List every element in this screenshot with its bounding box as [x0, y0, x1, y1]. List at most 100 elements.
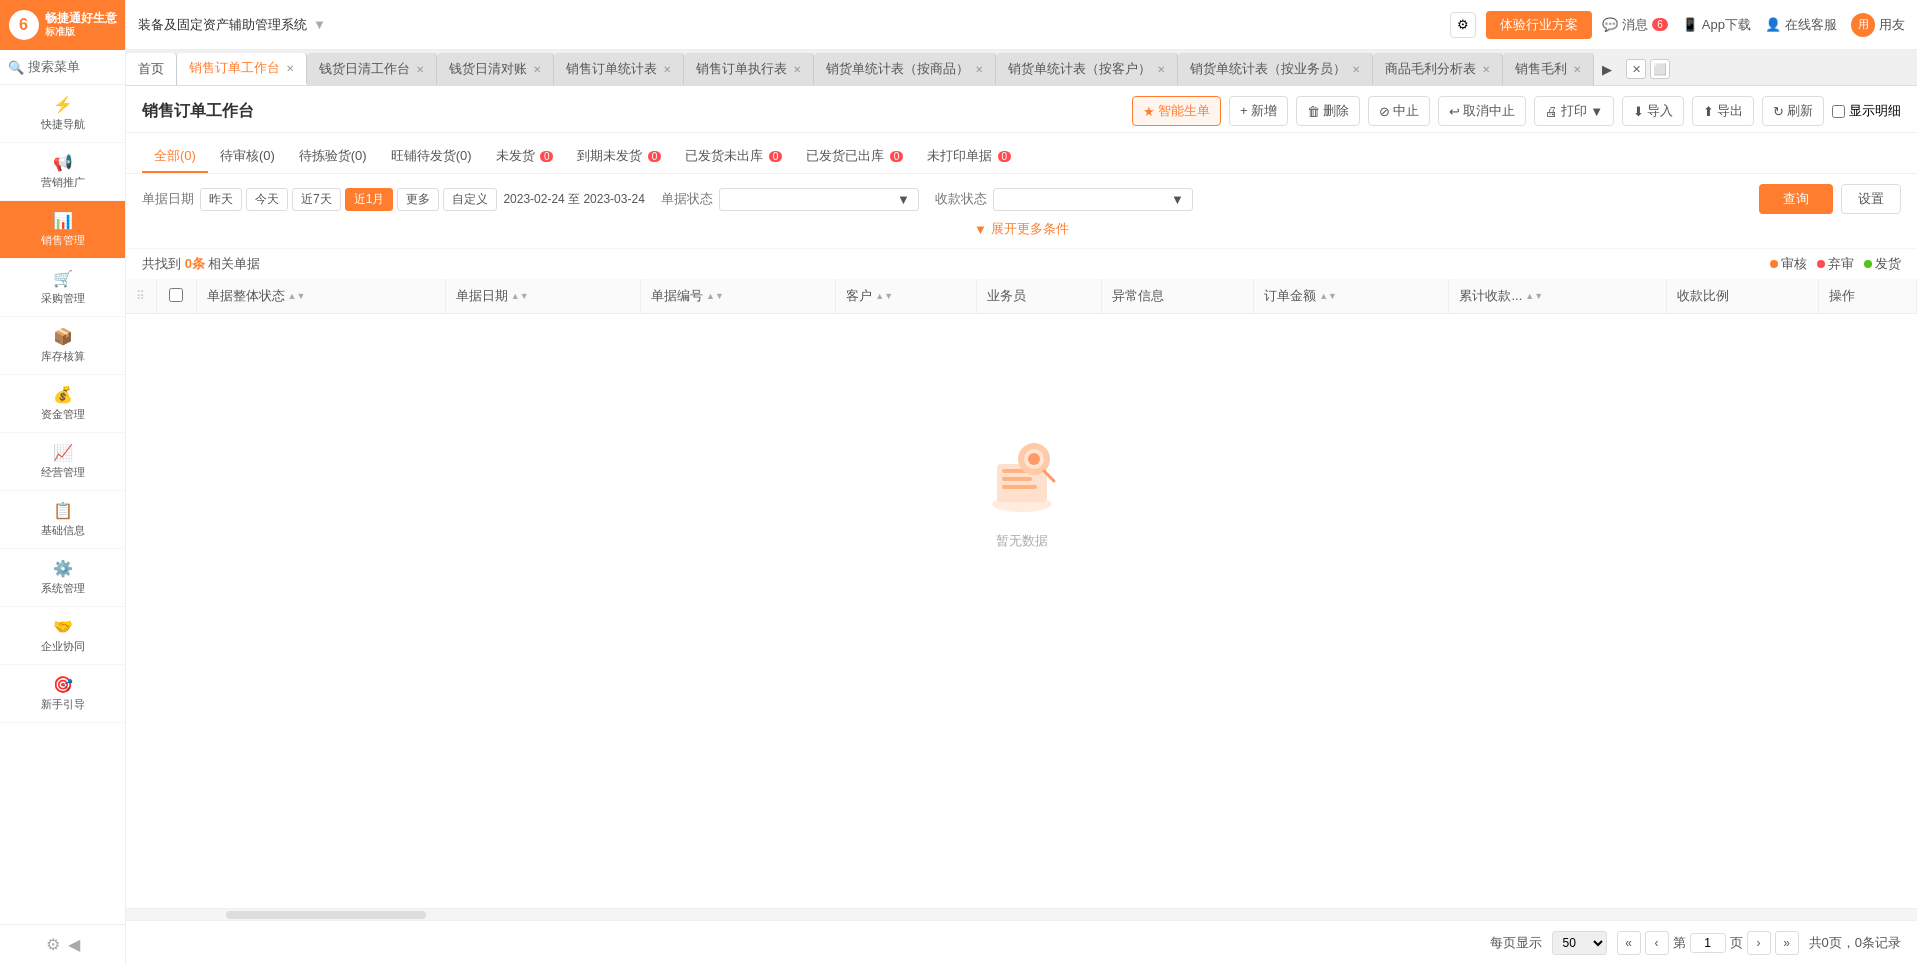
- sub-tab-not-printed[interactable]: 未打印单据 0: [915, 141, 1023, 173]
- import-btn[interactable]: ⬇ 导入: [1622, 96, 1684, 126]
- sidebar-item-inventory[interactable]: 📦 库存核算: [0, 317, 125, 375]
- sidebar-item-finance[interactable]: 💰 资金管理: [0, 375, 125, 433]
- expand-label: 展开更多条件: [991, 220, 1069, 238]
- tab-sales-profit-label: 销售毛利: [1515, 60, 1567, 78]
- tab-sales-stat[interactable]: 销售订单统计表 ✕: [554, 53, 684, 85]
- search-menu[interactable]: 🔍 搜索菜单: [0, 50, 125, 85]
- first-page-btn[interactable]: «: [1617, 931, 1641, 955]
- sidebar-item-purchase[interactable]: 🛒 采购管理: [0, 259, 125, 317]
- horizontal-scrollbar[interactable]: [126, 908, 1917, 920]
- smart-gen-btn[interactable]: ★ 智能生单: [1132, 96, 1221, 126]
- date-custom-btn[interactable]: 自定义: [443, 188, 497, 211]
- tab-sales-sum-staff[interactable]: 销货单统计表（按业务员） ✕: [1178, 53, 1373, 85]
- page-size-select[interactable]: 50 20 100: [1552, 931, 1607, 955]
- tab-sales-stat-close[interactable]: ✕: [663, 64, 671, 75]
- sub-tab-pending-check[interactable]: 待拣验货(0): [287, 141, 379, 173]
- cancel-audit-btn[interactable]: 弃审: [1817, 255, 1854, 273]
- expand-filter-btn[interactable]: ▼ 展开更多条件: [974, 220, 1069, 238]
- tab-sales-sum-product[interactable]: 销货单统计表（按商品） ✕: [814, 53, 996, 85]
- sort-amount-icon: ▲▼: [1319, 292, 1337, 301]
- message-item[interactable]: 💬 消息 6: [1602, 16, 1668, 34]
- cancel-stop-btn[interactable]: ↩ 取消中止: [1438, 96, 1526, 126]
- sidebar-item-basic[interactable]: 📋 基础信息: [0, 491, 125, 549]
- tab-cash-daily-close[interactable]: ✕: [416, 64, 424, 75]
- tab-close-all-btn[interactable]: ✕: [1626, 59, 1646, 79]
- tab-sales-exec[interactable]: 销售订单执行表 ✕: [684, 53, 814, 85]
- tab-cash-reconcile-close[interactable]: ✕: [533, 64, 541, 75]
- tab-home[interactable]: 首页: [126, 53, 177, 85]
- tab-sales-profit[interactable]: 销售毛利 ✕: [1503, 53, 1594, 85]
- sidebar-item-guide[interactable]: 🎯 新手引导: [0, 665, 125, 723]
- sidebar-settings-icon[interactable]: ⚙: [46, 935, 60, 954]
- date-today-btn[interactable]: 今天: [246, 188, 288, 211]
- print-btn[interactable]: 🖨 打印 ▼: [1534, 96, 1614, 126]
- app-download-item[interactable]: 📱 App下载: [1682, 16, 1751, 34]
- stop-btn[interactable]: ⊘ 中止: [1368, 96, 1430, 126]
- sidebar-item-enterprise[interactable]: 🤝 企业协同: [0, 607, 125, 665]
- sub-tab-not-shipped[interactable]: 未发货 0: [484, 141, 566, 173]
- payment-select[interactable]: ▼: [993, 188, 1193, 211]
- tab-sales-order-close[interactable]: ✕: [286, 63, 294, 74]
- last-page-btn[interactable]: »: [1775, 931, 1799, 955]
- settings-btn[interactable]: 设置: [1841, 184, 1901, 214]
- table-wrap[interactable]: ⠿ 单据整体状态 ▲▼: [126, 279, 1917, 908]
- delete-label: 删除: [1323, 102, 1349, 120]
- date-more-btn[interactable]: 更多: [397, 188, 439, 211]
- tab-profit-close[interactable]: ✕: [1482, 64, 1490, 75]
- settings-button[interactable]: ⚙: [1450, 12, 1476, 38]
- date-7days-btn[interactable]: 近7天: [292, 188, 341, 211]
- sidebar-item-marketing[interactable]: 📢 营销推广: [0, 143, 125, 201]
- sub-tab-wangpu[interactable]: 旺铺待发货(0): [379, 141, 484, 173]
- date-1month-btn[interactable]: 近1月: [345, 188, 394, 211]
- online-service-item[interactable]: 👤 在线客服: [1765, 16, 1837, 34]
- tab-sales-order[interactable]: 销售订单工作台 ✕: [177, 53, 307, 85]
- tab-sales-profit-close[interactable]: ✕: [1573, 64, 1581, 75]
- show-detail-checkbox[interactable]: 显示明细: [1832, 102, 1901, 120]
- sub-tab-shipped-not-out[interactable]: 已发货未出库 0: [673, 141, 794, 173]
- tab-more-btn[interactable]: ▶: [1594, 53, 1620, 85]
- tab-sales-sum-customer-close[interactable]: ✕: [1157, 64, 1165, 75]
- prev-page-btn[interactable]: ‹: [1645, 931, 1669, 955]
- sidebar-item-system[interactable]: ⚙️ 系统管理: [0, 549, 125, 607]
- tab-cash-daily[interactable]: 钱货日清工作台 ✕: [307, 53, 437, 85]
- sidebar-item-quick-nav[interactable]: ⚡ 快捷导航: [0, 85, 125, 143]
- tabbar: 首页 销售订单工作台 ✕ 钱货日清工作台 ✕ 钱货日清对账 ✕ 销售订单统计表 …: [126, 50, 1917, 86]
- page-input[interactable]: [1690, 933, 1726, 953]
- th-amount-label: 订单金额: [1264, 287, 1316, 305]
- new-btn[interactable]: + 新增: [1229, 96, 1288, 126]
- user-item[interactable]: 用 用友: [1851, 13, 1905, 37]
- tab-profit[interactable]: 商品毛利分析表 ✕: [1373, 53, 1503, 85]
- content-area: 销售订单工作台 ★ 智能生单 + 新增 🗑 删除 ⊘ 中止: [126, 86, 1917, 964]
- th-amount[interactable]: 订单金额 ▲▼: [1254, 279, 1449, 314]
- th-status[interactable]: 单据整体状态 ▲▼: [196, 279, 445, 314]
- next-page-btn[interactable]: ›: [1747, 931, 1771, 955]
- industry-btn[interactable]: 体验行业方案: [1486, 11, 1592, 39]
- tab-sales-exec-close[interactable]: ✕: [793, 64, 801, 75]
- sub-tab-pending[interactable]: 待审核(0): [208, 141, 287, 173]
- sidebar-item-sales[interactable]: 📊 销售管理: [0, 201, 125, 259]
- th-number[interactable]: 单据编号 ▲▼: [641, 279, 836, 314]
- tab-sales-sum-staff-close[interactable]: ✕: [1352, 64, 1360, 75]
- delete-btn[interactable]: 🗑 删除: [1296, 96, 1360, 126]
- audit-btn[interactable]: 审核: [1770, 255, 1807, 273]
- status-select[interactable]: ▼: [719, 188, 919, 211]
- tab-sales-sum-customer[interactable]: 销货单统计表（按客户） ✕: [996, 53, 1178, 85]
- th-received[interactable]: 累计收款... ▲▼: [1449, 279, 1667, 314]
- tab-cash-reconcile[interactable]: 钱货日清对账 ✕: [437, 53, 554, 85]
- sidebar-collapse-icon[interactable]: ◀: [68, 935, 80, 954]
- tab-maximize-btn[interactable]: ⬜: [1650, 59, 1670, 79]
- sub-tab-all[interactable]: 全部(0): [142, 141, 208, 173]
- export-btn[interactable]: ⬆ 导出: [1692, 96, 1754, 126]
- sub-tab-shipped-out[interactable]: 已发货已出库 0: [794, 141, 915, 173]
- th-customer[interactable]: 客户 ▲▼: [836, 279, 977, 314]
- select-all-checkbox[interactable]: [169, 288, 183, 302]
- date-yesterday-btn[interactable]: 昨天: [200, 188, 242, 211]
- show-detail-input[interactable]: [1832, 105, 1845, 118]
- query-btn[interactable]: 查询: [1759, 184, 1833, 214]
- ship-btn[interactable]: 发货: [1864, 255, 1901, 273]
- tab-sales-sum-product-close[interactable]: ✕: [975, 64, 983, 75]
- sidebar-item-operation[interactable]: 📈 经营管理: [0, 433, 125, 491]
- sub-tab-overdue[interactable]: 到期未发货 0: [565, 141, 673, 173]
- refresh-btn[interactable]: ↻ 刷新: [1762, 96, 1824, 126]
- th-date[interactable]: 单据日期 ▲▼: [445, 279, 640, 314]
